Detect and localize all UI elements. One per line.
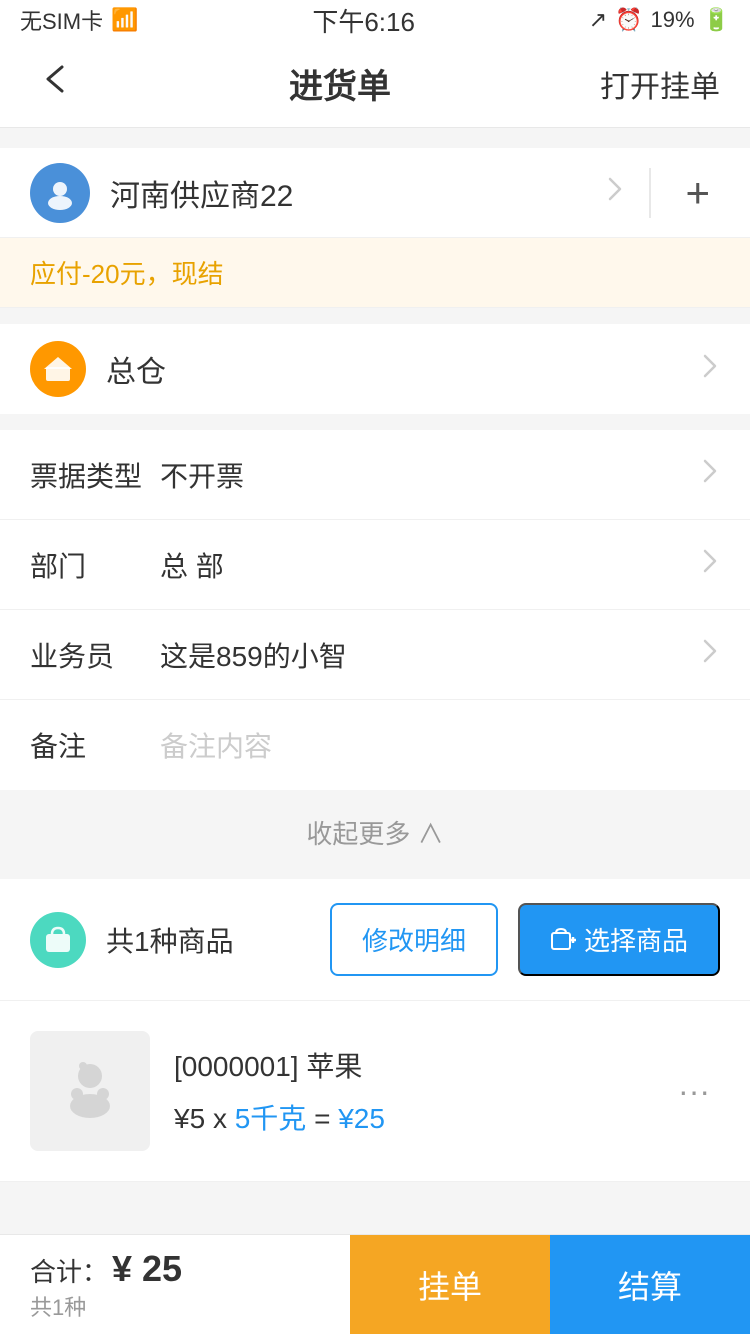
alarm-icon: ⏰ bbox=[615, 7, 642, 33]
page-title: 进货单 bbox=[289, 59, 391, 108]
product-total: ¥25 bbox=[338, 1103, 385, 1134]
dept-value: 总 部 bbox=[150, 545, 700, 585]
back-button[interactable] bbox=[30, 49, 80, 118]
ticket-type-value: 不开票 bbox=[150, 455, 700, 495]
ticket-chevron-icon bbox=[700, 456, 720, 493]
dept-label: 部门 bbox=[30, 545, 150, 585]
product-price-line: ¥5 x 5千克 = ¥25 bbox=[174, 1097, 668, 1137]
status-carrier: 无SIM卡 📶 bbox=[20, 4, 139, 36]
total-count: 共1种 bbox=[30, 1290, 320, 1322]
status-right: ↗ ⏰ 19% 🔋 bbox=[589, 7, 730, 33]
carrier-text: 无SIM卡 bbox=[20, 4, 103, 36]
total-label: 合计： bbox=[30, 1252, 108, 1289]
bottom-bar: 合计： ¥ 25 共1种 挂单 结算 bbox=[0, 1234, 750, 1334]
goods-count: 共1种商品 bbox=[106, 920, 310, 960]
section-divider-1 bbox=[0, 128, 750, 148]
staff-row[interactable]: 业务员 这是859的小智 bbox=[0, 610, 750, 700]
status-time: 下午6:16 bbox=[312, 2, 415, 39]
product-unit-price: ¥5 bbox=[174, 1103, 205, 1134]
staff-value: 这是859的小智 bbox=[150, 635, 700, 675]
goods-section: 共1种商品 修改明细 选择商品 [0000001] bbox=[0, 879, 750, 1182]
divider bbox=[649, 168, 651, 218]
ticket-type-row[interactable]: 票据类型 不开票 bbox=[0, 430, 750, 520]
total-amount: ¥ 25 bbox=[112, 1248, 182, 1290]
staff-chevron-icon bbox=[700, 636, 720, 673]
supplier-section: 河南供应商22 + bbox=[0, 148, 750, 238]
dept-row[interactable]: 部门 总 部 bbox=[0, 520, 750, 610]
supplier-name[interactable]: 河南供应商22 bbox=[110, 171, 605, 215]
goods-header: 共1种商品 修改明细 选择商品 bbox=[0, 879, 750, 1001]
goods-icon bbox=[30, 912, 86, 968]
supplier-chevron-icon bbox=[605, 174, 625, 211]
form-section: 票据类型 不开票 部门 总 部 业务员 这是859的小智 备注 备注内容 bbox=[0, 430, 750, 790]
checkout-button[interactable]: 结算 bbox=[550, 1235, 750, 1334]
open-hang-button[interactable]: 打开挂单 bbox=[600, 62, 720, 106]
edit-detail-button[interactable]: 修改明细 bbox=[330, 903, 498, 976]
product-item: [0000001] 苹果 ¥5 x 5千克 = ¥25 ··· bbox=[0, 1001, 750, 1182]
product-thumbnail bbox=[30, 1031, 150, 1151]
product-name: [0000001] 苹果 bbox=[174, 1045, 668, 1085]
supplier-avatar bbox=[30, 163, 90, 223]
battery-text: 19% bbox=[651, 7, 695, 33]
add-button[interactable]: + bbox=[675, 159, 720, 227]
dept-chevron-icon bbox=[700, 546, 720, 583]
more-options-button[interactable]: ··· bbox=[668, 1063, 720, 1120]
hang-button[interactable]: 挂单 bbox=[350, 1235, 550, 1334]
price-separator: x bbox=[213, 1103, 235, 1134]
equals-sign: = bbox=[314, 1103, 338, 1134]
product-qty: 5千克 bbox=[235, 1103, 307, 1134]
select-goods-label: 选择商品 bbox=[584, 921, 688, 958]
warehouse-chevron-icon bbox=[700, 351, 720, 388]
product-info: [0000001] 苹果 ¥5 x 5千克 = ¥25 bbox=[174, 1045, 668, 1137]
staff-label: 业务员 bbox=[30, 635, 150, 675]
remark-input[interactable]: 备注内容 bbox=[150, 725, 720, 765]
remark-row[interactable]: 备注 备注内容 bbox=[0, 700, 750, 790]
section-divider-2 bbox=[0, 308, 750, 324]
location-icon: ↗ bbox=[589, 7, 607, 33]
nav-bar: 进货单 打开挂单 bbox=[0, 40, 750, 128]
status-bar: 无SIM卡 📶 下午6:16 ↗ ⏰ 19% 🔋 bbox=[0, 0, 750, 40]
product-id: [0000001] bbox=[174, 1051, 306, 1082]
warehouse-name: 总仓 bbox=[106, 347, 700, 391]
warehouse-icon bbox=[30, 341, 86, 397]
remark-label: 备注 bbox=[30, 725, 150, 765]
select-goods-button[interactable]: 选择商品 bbox=[518, 903, 720, 976]
collapse-bar[interactable]: 收起更多 ∧ bbox=[0, 790, 750, 875]
battery-icon: 🔋 bbox=[703, 7, 730, 33]
collapse-label: 收起更多 ∧ bbox=[306, 819, 443, 849]
wifi-icon: 📶 bbox=[111, 7, 138, 33]
notice-bar: 应付-20元，现结 bbox=[0, 238, 750, 308]
ticket-type-label: 票据类型 bbox=[30, 455, 150, 495]
warehouse-row[interactable]: 总仓 bbox=[0, 324, 750, 414]
total-section: 合计： ¥ 25 共1种 bbox=[0, 1248, 350, 1322]
